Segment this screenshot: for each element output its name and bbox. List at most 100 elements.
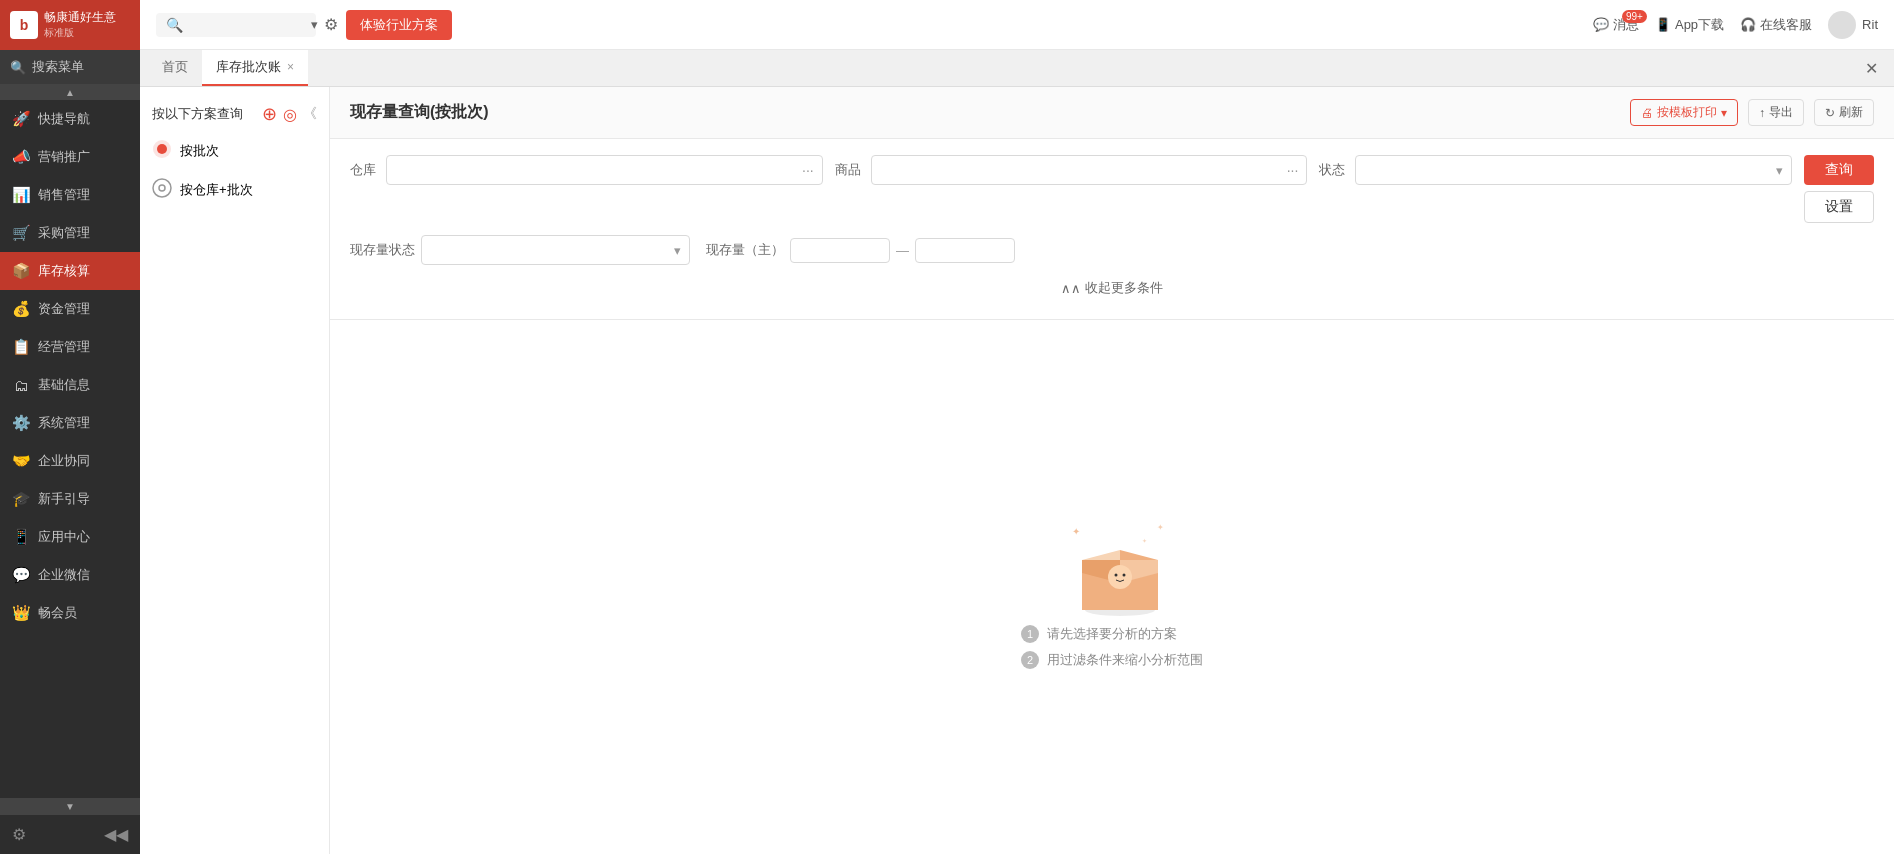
scheme-warehouse-batch-icon xyxy=(152,178,172,198)
svg-text:✦: ✦ xyxy=(1072,526,1080,537)
sidebar-item-inventory[interactable]: 📦 库存核算 xyxy=(0,252,140,290)
topbar-gear-icon[interactable]: ⚙ xyxy=(324,15,338,34)
inventory-status-label: 现存量状态 xyxy=(350,241,415,259)
settings-icon[interactable]: ⚙ xyxy=(12,825,26,844)
warehouse-input[interactable] xyxy=(395,163,798,178)
refresh-icon: ↻ xyxy=(1825,106,1835,120)
status-select-wrap[interactable]: ▾ xyxy=(1355,155,1792,185)
scheme-warehouse-batch-label: 按仓库+批次 xyxy=(180,181,253,199)
phone-icon: 📱 xyxy=(1655,17,1671,32)
warehouse-dots[interactable]: ··· xyxy=(798,162,814,178)
export-label: 导出 xyxy=(1769,104,1793,121)
page-title: 现存量查询(按批次) xyxy=(350,102,489,123)
sidebar-item-basic[interactable]: 🗂 基础信息 xyxy=(0,366,140,404)
sidebar-item-label: 企业微信 xyxy=(38,566,90,584)
sidebar-item-enterprise[interactable]: 🤝 企业协同 xyxy=(0,442,140,480)
scheme-active-indicator xyxy=(152,139,172,162)
svg-point-13 xyxy=(1123,574,1126,577)
sidebar-item-label: 应用中心 xyxy=(38,528,90,546)
status-filter: 状态 ▾ xyxy=(1319,155,1792,185)
refresh-button[interactable]: ↻ 刷新 xyxy=(1814,99,1874,126)
search-icon: 🔍 xyxy=(10,60,26,75)
inventory-status-chevron-icon: ▾ xyxy=(674,243,681,258)
scheme-inactive-indicator xyxy=(152,178,172,201)
sidebar-item-wechat[interactable]: 💬 企业微信 xyxy=(0,556,140,594)
collapse-sidebar-icon[interactable]: ◀◀ xyxy=(104,825,128,844)
product-input[interactable] xyxy=(880,163,1283,178)
sidebar-item-finance[interactable]: 💰 资金管理 xyxy=(0,290,140,328)
warehouse-input-wrap[interactable]: ··· xyxy=(386,155,823,185)
sidebar-item-operations[interactable]: 📋 经营管理 xyxy=(0,328,140,366)
export-button[interactable]: ↑ 导出 xyxy=(1748,99,1804,126)
trial-button[interactable]: 体验行业方案 xyxy=(346,10,452,40)
collapse-more-button[interactable]: ∧∧ 收起更多条件 xyxy=(350,273,1874,303)
product-label: 商品 xyxy=(835,161,865,179)
quantity-max-input[interactable] xyxy=(915,238,1015,263)
user-name: Rit xyxy=(1862,17,1878,32)
svg-point-3 xyxy=(159,185,165,191)
status-label: 状态 xyxy=(1319,161,1349,179)
sidebar-item-label: 经营管理 xyxy=(38,338,90,356)
sidebar-item-member[interactable]: 👑 畅会员 xyxy=(0,594,140,632)
print-template-button[interactable]: 🖨 按模板打印 ▾ xyxy=(1630,99,1738,126)
inventory-status-select-wrap[interactable]: ▾ xyxy=(421,235,690,265)
sidebar-item-appstore[interactable]: 📱 应用中心 xyxy=(0,518,140,556)
sidebar-item-purchase[interactable]: 🛒 采购管理 xyxy=(0,214,140,252)
sidebar-item-label: 库存核算 xyxy=(38,262,90,280)
sidebar-item-sales[interactable]: 📊 销售管理 xyxy=(0,176,140,214)
hint-2-text: 用过滤条件来缩小分析范围 xyxy=(1047,651,1203,669)
sidebar-search[interactable]: 🔍 搜索菜单 xyxy=(0,50,140,84)
close-tab-button[interactable]: ✕ xyxy=(1865,59,1878,78)
product-filter: 商品 ··· xyxy=(835,155,1308,185)
sidebar-scroll-down[interactable]: ▼ xyxy=(0,798,140,814)
filter-row-1: 仓库 ··· 商品 ··· xyxy=(350,155,1874,223)
empty-state: ✦ ✦ ✦ 1 请先选择要分析的方案 2 用过滤条件来缩小分析范围 xyxy=(330,320,1894,854)
settings-button[interactable]: 设置 xyxy=(1804,191,1874,223)
scheme-item-batch[interactable]: 按批次 xyxy=(140,131,329,170)
appstore-icon: 📱 xyxy=(12,528,30,546)
sidebar-item-quick-nav[interactable]: 🚀 快捷导航 xyxy=(0,100,140,138)
user-avatar-area[interactable]: Rit xyxy=(1828,11,1878,39)
tab-inventory-batch[interactable]: 库存批次账 × xyxy=(202,50,308,86)
app-edition: 标准版 xyxy=(44,26,116,40)
sidebar-logo: b xyxy=(10,11,38,39)
topbar-search-input[interactable] xyxy=(187,18,307,32)
svg-point-11 xyxy=(1108,565,1132,589)
quantity-filter: 现存量（主） — xyxy=(706,238,1015,263)
right-panel: 现存量查询(按批次) 🖨 按模板打印 ▾ ↑ 导出 ↻ 刷新 xyxy=(330,87,1894,854)
product-input-wrap[interactable]: ··· xyxy=(871,155,1308,185)
sidebar-item-marketing[interactable]: 📣 营销推广 xyxy=(0,138,140,176)
app-download-button[interactable]: 📱 App下载 xyxy=(1655,16,1724,34)
filter-area: 仓库 ··· 商品 ··· xyxy=(330,139,1894,320)
scroll-up-icon: ▲ xyxy=(65,87,75,98)
online-service-button[interactable]: 🎧 在线客服 xyxy=(1740,16,1812,34)
tabs-right-actions: ✕ xyxy=(1865,59,1886,78)
product-dots[interactable]: ··· xyxy=(1283,162,1299,178)
sidebar-item-label: 营销推广 xyxy=(38,148,90,166)
scheme-settings-icon[interactable]: ◎ xyxy=(283,105,297,124)
sidebar-item-newbie[interactable]: 🎓 新手引导 xyxy=(0,480,140,518)
quantity-label: 现存量（主） xyxy=(706,241,784,259)
sidebar-item-system[interactable]: ⚙️ 系统管理 xyxy=(0,404,140,442)
collapse-panel-icon[interactable]: 《 xyxy=(303,105,317,123)
quantity-min-input[interactable] xyxy=(790,238,890,263)
sidebar-item-label: 畅会员 xyxy=(38,604,77,622)
topbar-search-box[interactable]: 🔍 ▾ xyxy=(156,13,316,37)
sidebar-scroll-up[interactable]: ▲ xyxy=(0,84,140,100)
basic-icon: 🗂 xyxy=(12,377,30,394)
svg-point-12 xyxy=(1115,574,1118,577)
add-scheme-icon[interactable]: ⊕ xyxy=(262,103,277,125)
sidebar-item-label: 销售管理 xyxy=(38,186,90,204)
messages-button[interactable]: 💬 消息 99+ xyxy=(1593,16,1639,34)
product-filter-inner: 商品 ··· xyxy=(835,155,1308,185)
export-icon: ↑ xyxy=(1759,106,1765,120)
scheme-item-warehouse-batch[interactable]: 按仓库+批次 xyxy=(140,170,329,209)
svg-text:✦: ✦ xyxy=(1157,523,1164,532)
print-dropdown-icon[interactable]: ▾ xyxy=(1721,106,1727,120)
tab-close-icon[interactable]: × xyxy=(287,60,294,74)
topbar-dropdown-icon[interactable]: ▾ xyxy=(311,17,318,32)
query-button[interactable]: 查询 xyxy=(1804,155,1874,185)
quantity-dash: — xyxy=(896,243,909,258)
tab-home[interactable]: 首页 xyxy=(148,50,202,86)
scheme-query-label: 按以下方案查询 xyxy=(152,105,243,123)
